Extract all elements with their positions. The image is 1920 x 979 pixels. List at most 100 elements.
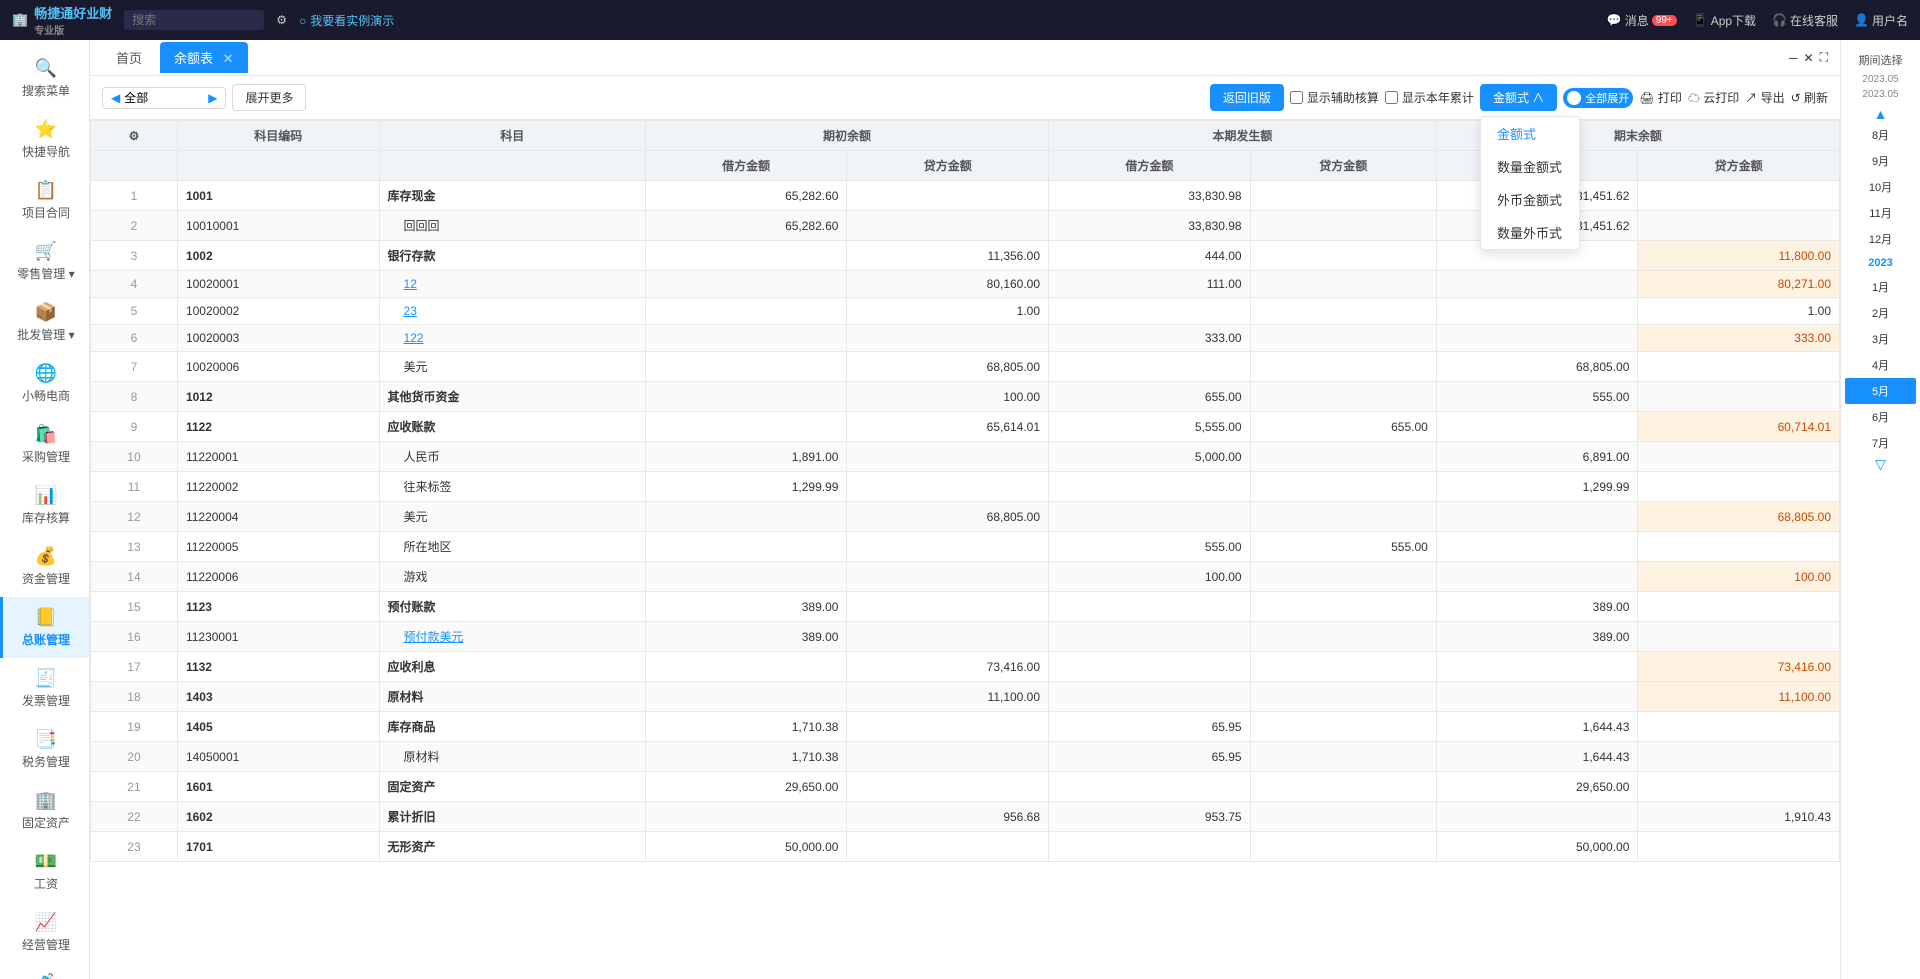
sidebar-item-accounting[interactable]: 📒 总账管理 — [0, 597, 89, 658]
cell-credit-closing: 100.00 — [1638, 562, 1840, 592]
sidebar-item-capital[interactable]: 💰 资金管理 — [0, 536, 89, 597]
export-btn[interactable]: ↗ 导出 — [1745, 89, 1784, 106]
sidebar-item-search[interactable]: 🔍 搜索菜单 — [0, 48, 89, 109]
month-9[interactable]: 9月 — [1841, 148, 1920, 174]
month-6[interactable]: 6月 — [1841, 404, 1920, 430]
cell-credit-closing: 333.00 — [1638, 325, 1840, 352]
sidebar-item-retail[interactable]: 🛒 零售管理 ▾ — [0, 231, 89, 292]
col-code-header: 科目编码 — [177, 121, 379, 151]
message-btn[interactable]: 💬 消息 99+ — [1607, 12, 1677, 29]
dropdown-item-slwb[interactable]: 数量外币式 — [1481, 216, 1579, 249]
search-left-arrow[interactable]: ◀ — [111, 91, 120, 105]
sidebar-item-salary[interactable]: 💵 工资 — [0, 841, 89, 902]
show-annual-checkbox[interactable]: 显示本年累计 — [1385, 89, 1474, 106]
month-12[interactable]: 12月 — [1841, 226, 1920, 252]
tab-home[interactable]: 首页 — [102, 42, 156, 73]
view-mode-dropdown[interactable]: 金额式 ∧ 金额式 数量金额式 外币金额式 数量外币式 — [1480, 84, 1557, 111]
cell-debit-current: 5,555.00 — [1049, 412, 1251, 442]
cell-debit-current — [1049, 592, 1251, 622]
auxiliary-checkbox-input[interactable] — [1290, 91, 1303, 104]
sidebar-item-sales[interactable]: 🧳 小畅报销 — [0, 963, 89, 979]
demo-link[interactable]: ○我要看实例演示 — [299, 12, 394, 29]
cell-credit-opening: 65,614.01 — [847, 412, 1049, 442]
window-close-btn[interactable]: ✕ — [1804, 51, 1814, 65]
cell-debit-closing: 1,644.43 — [1436, 712, 1638, 742]
sidebar-item-tax[interactable]: 📑 税务管理 — [0, 719, 89, 780]
row-code: 1123 — [177, 592, 379, 622]
table-row: 1411220006游戏100.00100.00 — [91, 562, 1840, 592]
print-btn[interactable]: 🖨 打印 — [1639, 89, 1682, 106]
cell-credit-current — [1250, 712, 1436, 742]
window-expand-btn[interactable]: ⛶ — [1820, 50, 1828, 65]
month-3[interactable]: 3月 — [1841, 326, 1920, 352]
cell-credit-closing — [1638, 352, 1840, 382]
row-number: 5 — [91, 298, 178, 325]
user-avatar[interactable]: 👤 用户名 — [1854, 12, 1908, 29]
app-download-btn[interactable]: 📱 App下载 — [1693, 12, 1756, 29]
dropdown-item-jine[interactable]: 金额式 — [1481, 117, 1579, 150]
window-minimize-btn[interactable]: ─ — [1789, 51, 1798, 65]
row-name[interactable]: 12 — [379, 271, 645, 298]
month-2[interactable]: 2月 — [1841, 300, 1920, 326]
refresh-btn[interactable]: ↺ 刷新 — [1791, 89, 1828, 106]
cell-debit-closing: 29,650.00 — [1436, 772, 1638, 802]
top-actions: 💬 消息 99+ 📱 App下载 🎧 在线客服 👤 用户名 — [1607, 12, 1908, 29]
sidebar-item-ops[interactable]: 📈 经营管理 — [0, 902, 89, 963]
col-settings[interactable]: ⚙ — [91, 121, 178, 151]
dropdown-item-sljine[interactable]: 数量金额式 — [1481, 150, 1579, 183]
cell-debit-opening — [645, 271, 847, 298]
sidebar-item-purchase[interactable]: 🛍️ 采购管理 — [0, 414, 89, 475]
expand-all-toggle[interactable]: 全部展开 — [1563, 88, 1633, 108]
row-number: 14 — [91, 562, 178, 592]
scope-search-box: ◀ ▶ — [102, 87, 226, 109]
row-name: 库存商品 — [379, 712, 645, 742]
cell-credit-current — [1250, 442, 1436, 472]
cell-debit-current — [1049, 472, 1251, 502]
month-8[interactable]: 8月 — [1841, 122, 1920, 148]
month-5-active[interactable]: 5月 — [1845, 378, 1916, 404]
sidebar-item-assets[interactable]: 🏢 固定资产 — [0, 780, 89, 841]
right-panel-up-arrow[interactable]: ▲ — [1841, 106, 1920, 122]
cell-credit-current — [1250, 181, 1436, 211]
toolbar-left: ◀ ▶ 展开更多 — [102, 84, 1202, 111]
month-4[interactable]: 4月 — [1841, 352, 1920, 378]
sidebar-item-ecommerce[interactable]: 🌐 小畅电商 — [0, 353, 89, 414]
row-name[interactable]: 122 — [379, 325, 645, 352]
expand-all-label: 全部展开 — [1585, 90, 1629, 106]
cell-debit-opening: 1,710.38 — [645, 742, 847, 772]
search-right-arrow[interactable]: ▶ — [208, 91, 217, 105]
cell-credit-opening — [847, 622, 1049, 652]
tab-close-icon[interactable]: ✕ — [223, 51, 234, 66]
cell-credit-current — [1250, 562, 1436, 592]
sidebar-item-invoice[interactable]: 🧾 发票管理 — [0, 658, 89, 719]
month-1[interactable]: 1月 — [1841, 274, 1920, 300]
expand-more-btn[interactable]: 展开更多 — [232, 84, 306, 111]
row-name[interactable]: 预付款美元 — [379, 622, 645, 652]
view-mode-btn[interactable]: 金额式 ∧ — [1480, 84, 1557, 111]
return-old-btn[interactable]: 返回旧版 — [1210, 84, 1284, 111]
settings-icon[interactable]: ⚙ — [276, 13, 287, 27]
dropdown-item-wbjine[interactable]: 外币金额式 — [1481, 183, 1579, 216]
sidebar-item-inventory[interactable]: 📊 库存核算 — [0, 475, 89, 536]
row-name[interactable]: 23 — [379, 298, 645, 325]
tab-balance[interactable]: 余额表 ✕ — [160, 42, 248, 73]
month-11[interactable]: 11月 — [1841, 200, 1920, 226]
scope-input[interactable] — [124, 91, 204, 105]
month-7[interactable]: 7月 — [1841, 430, 1920, 456]
row-number: 17 — [91, 652, 178, 682]
col-code-sub — [177, 151, 379, 181]
annual-checkbox-input[interactable] — [1385, 91, 1398, 104]
sidebar-item-quicknav[interactable]: ⭐ 快捷导航 — [0, 109, 89, 170]
month-10[interactable]: 10月 — [1841, 174, 1920, 200]
online-service-btn[interactable]: 🎧 在线客服 — [1772, 12, 1838, 29]
search-input[interactable] — [124, 10, 264, 30]
cell-debit-closing — [1436, 325, 1638, 352]
cell-credit-current — [1250, 652, 1436, 682]
right-panel: 期间选择 2023.05 2023.05 ▲ 8月 9月 10月 11月 12月… — [1840, 40, 1920, 979]
sidebar-item-wholesale[interactable]: 📦 批发管理 ▾ — [0, 292, 89, 353]
right-panel-down-arrow[interactable]: ▽ — [1841, 456, 1920, 473]
row-number: 20 — [91, 742, 178, 772]
sidebar-item-project[interactable]: 📋 项目合同 — [0, 170, 89, 231]
cloud-print-btn[interactable]: ☁ 云打印 — [1688, 89, 1739, 106]
show-auxiliary-checkbox[interactable]: 显示辅助核算 — [1290, 89, 1379, 106]
